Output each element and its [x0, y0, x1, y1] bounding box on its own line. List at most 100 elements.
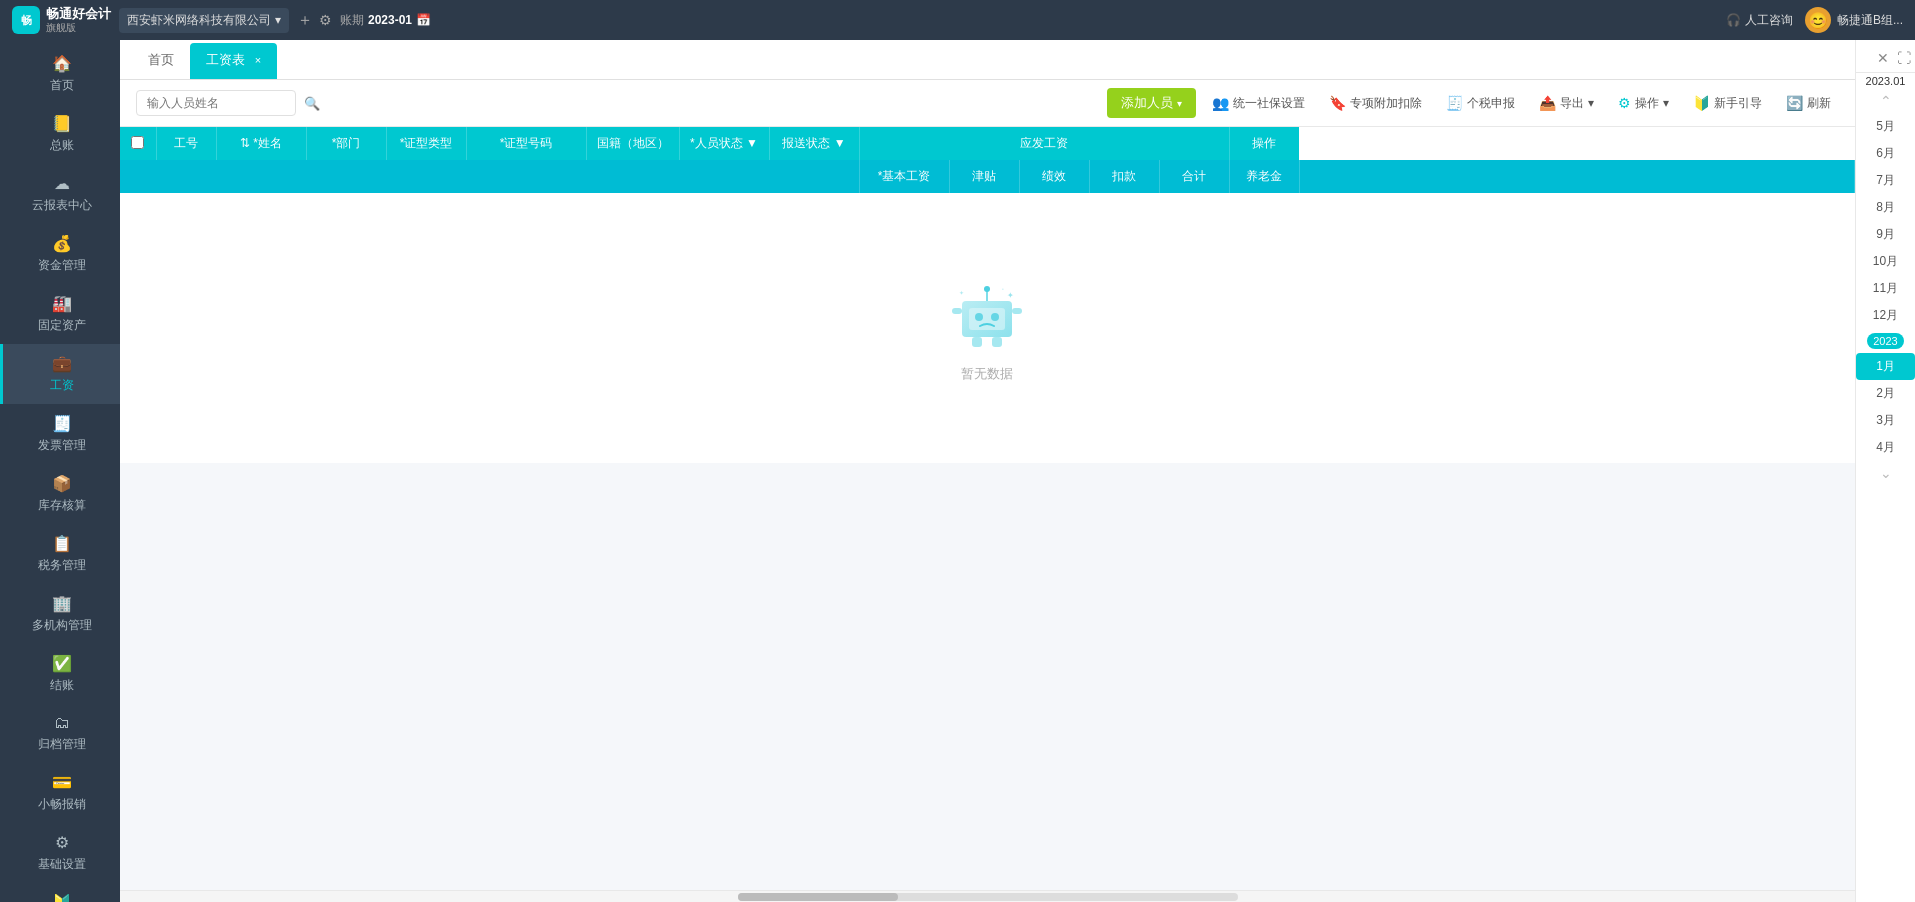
- add-person-button[interactable]: 添加人员 ▾: [1107, 88, 1196, 118]
- special-deduction-button[interactable]: 🔖 专项附加扣除: [1321, 90, 1430, 117]
- sidebar-item-label: 税务管理: [38, 557, 86, 574]
- social-icon: 👥: [1212, 95, 1229, 111]
- month-item-2023-2[interactable]: 2月: [1856, 380, 1915, 407]
- multi-icon: 🏢: [52, 594, 72, 613]
- operation-button[interactable]: ⚙ 操作 ▾: [1610, 90, 1677, 117]
- home-icon: 🏠: [52, 54, 72, 73]
- salary-table: 工号 ⇅ *姓名 *部门 *证型类型 *证型号码 国籍（地区） *人员状态 ▼ …: [120, 127, 1855, 463]
- tab-home[interactable]: 首页: [132, 43, 190, 79]
- funds-icon: 💰: [52, 234, 72, 253]
- social-label: 统一社保设置: [1233, 95, 1305, 112]
- month-item-2023-3[interactable]: 3月: [1856, 407, 1915, 434]
- tab-close-icon[interactable]: ×: [255, 54, 261, 66]
- svg-rect-6: [952, 308, 962, 314]
- operation-arrow-icon: ▾: [1663, 96, 1669, 110]
- search-icon[interactable]: 🔍: [304, 96, 320, 111]
- panel-controls: ✕ ⛶: [1856, 44, 1915, 73]
- scroll-track[interactable]: [738, 893, 1238, 901]
- month-item-2022-5[interactable]: 5月: [1856, 113, 1915, 140]
- month-item-2022-11[interactable]: 11月: [1856, 275, 1915, 302]
- month-item-2022-7[interactable]: 7月: [1856, 167, 1915, 194]
- close-panel-icon[interactable]: ✕: [1877, 50, 1889, 66]
- calendar-icon[interactable]: 📅: [416, 13, 431, 27]
- tab-salary-label: 工资表: [206, 52, 245, 67]
- scroll-up-icon[interactable]: ⌃: [1880, 89, 1892, 113]
- export-arrow-icon: ▾: [1588, 96, 1594, 110]
- status-filter-icon[interactable]: ▼: [746, 136, 758, 150]
- expand-panel-icon[interactable]: ⛶: [1897, 50, 1911, 66]
- sidebar-item-label: 归档管理: [38, 736, 86, 753]
- inventory-icon: 📦: [52, 474, 72, 493]
- toolbar: 🔍 添加人员 ▾ 👥 统一社保设置 🔖 专项附加扣除 🧾 个税申报 📤 导出: [120, 80, 1855, 127]
- month-item-2022-8[interactable]: 8月: [1856, 194, 1915, 221]
- search-input[interactable]: [136, 90, 296, 116]
- main-layout: 🏠 首页 📒 总账 ☁ 云报表中心 💰 资金管理 🏭 固定资产 💼 工资 🧾 发…: [0, 40, 1915, 902]
- refresh-icon: 🔄: [1786, 95, 1803, 111]
- sidebar-item-ledger[interactable]: 📒 总账: [0, 104, 120, 164]
- sidebar-item-label: 库存核算: [38, 497, 86, 514]
- th-empty-spacer: [120, 160, 859, 193]
- setting-icon[interactable]: ⚙: [319, 12, 332, 28]
- th-no: 工号: [156, 127, 216, 160]
- service-button[interactable]: 🎧 人工咨询: [1726, 12, 1793, 29]
- th-dept: *部门: [306, 127, 386, 160]
- guide-label: 新手引导: [1714, 95, 1762, 112]
- sidebar-item-multi[interactable]: 🏢 多机构管理: [0, 584, 120, 644]
- sidebar-item-settings[interactable]: ⚙ 基础设置: [0, 823, 120, 883]
- sidebar-item-guide[interactable]: 🔰 新手引导: [0, 883, 120, 902]
- sidebar-item-tax[interactable]: 📋 税务管理: [0, 524, 120, 584]
- sidebar-item-salary[interactable]: 💼 工资: [0, 344, 120, 404]
- svg-text:✦: ✦: [959, 290, 964, 296]
- svg-rect-8: [972, 337, 982, 347]
- sidebar-item-settle[interactable]: ✅ 结账: [0, 644, 120, 704]
- export-button[interactable]: 📤 导出 ▾: [1531, 90, 1602, 117]
- sidebar-item-label: 小畅报销: [38, 796, 86, 813]
- sidebar-item-label: 工资: [50, 377, 74, 394]
- month-item-2022-9[interactable]: 9月: [1856, 221, 1915, 248]
- export-icon: 📤: [1539, 95, 1556, 111]
- company-selector[interactable]: 西安虾米网络科技有限公司 ▾: [119, 8, 289, 33]
- refresh-button[interactable]: 🔄 刷新: [1778, 90, 1839, 117]
- scroll-thumb[interactable]: [738, 893, 898, 901]
- sidebar-item-invoice[interactable]: 🧾 发票管理: [0, 404, 120, 464]
- settings-icon: ⚙: [55, 833, 69, 852]
- user-name: 畅捷通B组...: [1837, 12, 1903, 29]
- sidebar-item-assets[interactable]: 🏭 固定资产: [0, 284, 120, 344]
- sidebar-item-label: 基础设置: [38, 856, 86, 873]
- empty-text: 暂无数据: [961, 365, 1013, 383]
- avatar: 😊: [1805, 7, 1831, 33]
- sidebar-item-expense[interactable]: 💳 小畅报销: [0, 763, 120, 823]
- scroll-down-icon[interactable]: ⌄: [1880, 461, 1892, 485]
- month-item-2023-4[interactable]: 4月: [1856, 434, 1915, 461]
- month-item-2022-6[interactable]: 6月: [1856, 140, 1915, 167]
- tab-salary[interactable]: 工资表 ×: [190, 43, 277, 79]
- tax-report-button[interactable]: 🧾 个税申报: [1438, 90, 1523, 117]
- tab-bar: 首页 工资表 ×: [120, 40, 1855, 80]
- sidebar-item-inventory[interactable]: 📦 库存核算: [0, 464, 120, 524]
- month-item-2022-10[interactable]: 10月: [1856, 248, 1915, 275]
- operation-icon: ⚙: [1618, 95, 1631, 111]
- sidebar-item-report[interactable]: ☁ 云报表中心: [0, 164, 120, 224]
- select-all-checkbox[interactable]: [131, 136, 144, 149]
- month-item-2022-12[interactable]: 12月: [1856, 302, 1915, 329]
- user-area[interactable]: 😊 畅捷通B组...: [1805, 7, 1903, 33]
- sidebar-item-archive[interactable]: 🗂 归档管理: [0, 704, 120, 763]
- settle-icon: ✅: [52, 654, 72, 673]
- month-item-2023-1[interactable]: 1月: [1856, 353, 1915, 380]
- add-company-icon[interactable]: ＋: [297, 10, 313, 31]
- logo-sub: 旗舰版: [46, 22, 111, 34]
- th-idtype: *证型类型: [386, 127, 466, 160]
- period-value: 2023-01: [368, 13, 412, 27]
- svg-rect-1: [969, 308, 1005, 330]
- sidebar-item-funds[interactable]: 💰 资金管理: [0, 224, 120, 284]
- current-year-badge[interactable]: 2023: [1867, 333, 1903, 349]
- sort-icon: ⇅: [240, 136, 250, 150]
- th-report: 报送状态 ▼: [769, 127, 859, 160]
- headset-icon: 🎧: [1726, 13, 1741, 27]
- guide-button[interactable]: 🔰 新手引导: [1685, 90, 1770, 117]
- th-checkbox[interactable]: [120, 127, 156, 160]
- right-panel: ✕ ⛶ 2023.01 ⌃ 5月 6月 7月 8月 9月 10月 11月 12月…: [1855, 40, 1915, 902]
- social-insurance-button[interactable]: 👥 统一社保设置: [1204, 90, 1313, 117]
- sidebar-item-home[interactable]: 🏠 首页: [0, 44, 120, 104]
- report-filter-icon[interactable]: ▼: [834, 136, 846, 150]
